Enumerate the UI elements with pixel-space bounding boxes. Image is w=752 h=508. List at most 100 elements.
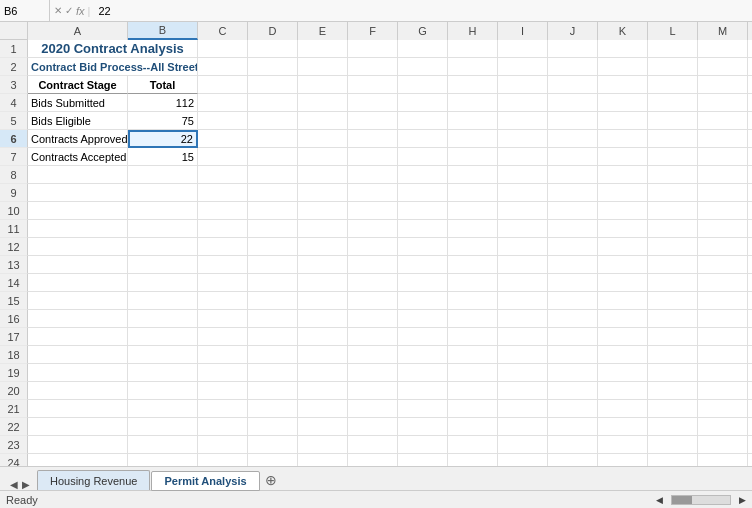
cell-i-15[interactable] <box>498 292 548 310</box>
cell-l-15[interactable] <box>648 292 698 310</box>
cell-i-9[interactable] <box>498 184 548 202</box>
cell-e1[interactable] <box>298 40 348 58</box>
cell-i-18[interactable] <box>498 346 548 364</box>
cell-g-12[interactable] <box>398 238 448 256</box>
cell-b-23[interactable] <box>128 436 198 454</box>
cell-m-10[interactable] <box>698 202 748 220</box>
cell-h4[interactable] <box>448 94 498 112</box>
cell-m-14[interactable] <box>698 274 748 292</box>
cell-h-13[interactable] <box>448 256 498 274</box>
cell-n-12[interactable] <box>748 238 752 256</box>
cell-a-23[interactable] <box>28 436 128 454</box>
cell-a3[interactable]: Contract Stage <box>28 76 128 94</box>
cell-c-11[interactable] <box>198 220 248 238</box>
cell-j-24[interactable] <box>548 454 598 466</box>
cell-j6[interactable] <box>548 130 598 148</box>
col-header-d[interactable]: D <box>248 22 298 40</box>
cell-b5[interactable]: 75 <box>128 112 198 130</box>
cell-d-16[interactable] <box>248 310 298 328</box>
cell-a-8[interactable] <box>28 166 128 184</box>
cell-h-11[interactable] <box>448 220 498 238</box>
cell-j5[interactable] <box>548 112 598 130</box>
cell-i-21[interactable] <box>498 400 548 418</box>
cell-c-13[interactable] <box>198 256 248 274</box>
cell-f-18[interactable] <box>348 346 398 364</box>
cell-c-10[interactable] <box>198 202 248 220</box>
cell-i-20[interactable] <box>498 382 548 400</box>
cell-i-22[interactable] <box>498 418 548 436</box>
cell-f3[interactable] <box>348 76 398 94</box>
cell-f1[interactable] <box>348 40 398 58</box>
cell-i5[interactable] <box>498 112 548 130</box>
cell-m-13[interactable] <box>698 256 748 274</box>
cell-j7[interactable] <box>548 148 598 166</box>
cell-m-17[interactable] <box>698 328 748 346</box>
cell-l-20[interactable] <box>648 382 698 400</box>
fx-icon[interactable]: fx <box>76 5 85 17</box>
cell-n6[interactable] <box>748 130 752 148</box>
cell-f-9[interactable] <box>348 184 398 202</box>
cell-l-11[interactable] <box>648 220 698 238</box>
cell-j2[interactable] <box>548 58 598 76</box>
cell-l-17[interactable] <box>648 328 698 346</box>
cell-c4[interactable] <box>198 94 248 112</box>
cell-g-24[interactable] <box>398 454 448 466</box>
cell-b3[interactable]: Total <box>128 76 198 94</box>
cell-g-22[interactable] <box>398 418 448 436</box>
cell-i-16[interactable] <box>498 310 548 328</box>
cell-m-16[interactable] <box>698 310 748 328</box>
cell-c5[interactable] <box>198 112 248 130</box>
cell-a-17[interactable] <box>28 328 128 346</box>
cell-e-21[interactable] <box>298 400 348 418</box>
cell-g-10[interactable] <box>398 202 448 220</box>
cell-j4[interactable] <box>548 94 598 112</box>
cell-f-19[interactable] <box>348 364 398 382</box>
cell-d2[interactable] <box>248 58 298 76</box>
cell-e2[interactable] <box>298 58 348 76</box>
cell-d-10[interactable] <box>248 202 298 220</box>
cell-n4[interactable] <box>748 94 752 112</box>
cell-j-8[interactable] <box>548 166 598 184</box>
cell-b-9[interactable] <box>128 184 198 202</box>
cell-m-24[interactable] <box>698 454 748 466</box>
cell-n-14[interactable] <box>748 274 752 292</box>
cell-a-15[interactable] <box>28 292 128 310</box>
cell-l6[interactable] <box>648 130 698 148</box>
cell-m1[interactable] <box>698 40 748 58</box>
cell-c-22[interactable] <box>198 418 248 436</box>
cell-e-18[interactable] <box>298 346 348 364</box>
cell-b-14[interactable] <box>128 274 198 292</box>
cell-k-19[interactable] <box>598 364 648 382</box>
cell-k-24[interactable] <box>598 454 648 466</box>
cell-g1[interactable] <box>398 40 448 58</box>
cell-h-14[interactable] <box>448 274 498 292</box>
scroll-bar[interactable] <box>671 495 731 505</box>
cell-f-11[interactable] <box>348 220 398 238</box>
cell-d6[interactable] <box>248 130 298 148</box>
cell-f-20[interactable] <box>348 382 398 400</box>
cell-k1[interactable] <box>598 40 648 58</box>
cell-f-21[interactable] <box>348 400 398 418</box>
cell-f-8[interactable] <box>348 166 398 184</box>
cell-e-10[interactable] <box>298 202 348 220</box>
cell-k6[interactable] <box>598 130 648 148</box>
cell-n-13[interactable] <box>748 256 752 274</box>
cell-e6[interactable] <box>298 130 348 148</box>
cell-b-12[interactable] <box>128 238 198 256</box>
cell-f-22[interactable] <box>348 418 398 436</box>
cell-g-17[interactable] <box>398 328 448 346</box>
cell-j-10[interactable] <box>548 202 598 220</box>
cell-j-18[interactable] <box>548 346 598 364</box>
cell-n2[interactable] <box>748 58 752 76</box>
cell-c-14[interactable] <box>198 274 248 292</box>
cell-b-19[interactable] <box>128 364 198 382</box>
cell-n-24[interactable] <box>748 454 752 466</box>
cell-j-9[interactable] <box>548 184 598 202</box>
cell-k7[interactable] <box>598 148 648 166</box>
cell-g-8[interactable] <box>398 166 448 184</box>
cell-h6[interactable] <box>448 130 498 148</box>
cell-k4[interactable] <box>598 94 648 112</box>
cell-g-9[interactable] <box>398 184 448 202</box>
cell-m-23[interactable] <box>698 436 748 454</box>
cell-m-22[interactable] <box>698 418 748 436</box>
